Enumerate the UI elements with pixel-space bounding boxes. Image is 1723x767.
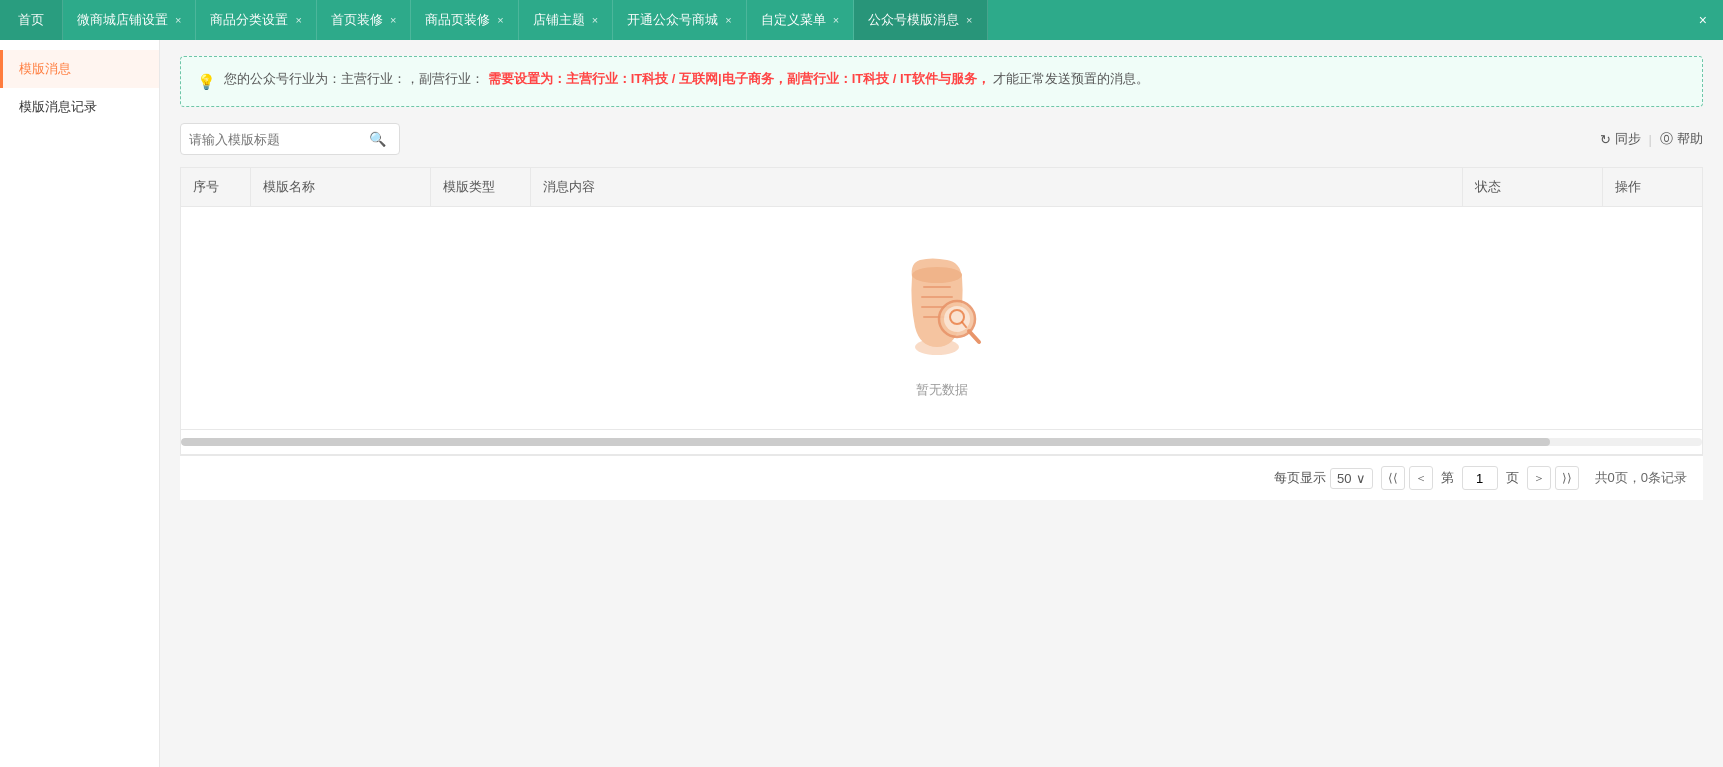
per-page-label: 每页显示 xyxy=(1274,469,1326,487)
tab-custom-menu-label: 自定义菜单 xyxy=(761,11,826,29)
help-label: 帮助 xyxy=(1677,130,1703,148)
tab-theme-close[interactable]: × xyxy=(592,14,598,26)
tab-weshop[interactable]: 微商城店铺设置 × xyxy=(63,0,196,40)
toolbar-divider: | xyxy=(1649,132,1652,147)
notice-box: 💡 您的公众号行业为：主营行业：，副营行业： 需要设置为：主营行业：IT科技 /… xyxy=(180,56,1703,107)
page-input[interactable] xyxy=(1462,466,1498,490)
sidebar-item-template-record[interactable]: 模版消息记录 xyxy=(0,88,159,126)
data-table: 序号 模版名称 模版类型 消息内容 状态 操作 xyxy=(180,167,1703,430)
empty-text: 暂无数据 xyxy=(916,381,968,399)
page-navigation: ⟨⟨ ＜ 第 页 ＞ ⟩⟩ xyxy=(1381,466,1579,490)
page-label: 第 xyxy=(1441,469,1454,487)
col-header-status: 状态 xyxy=(1463,168,1603,207)
tab-home-label: 首页 xyxy=(18,11,44,29)
search-icon[interactable]: 🔍 xyxy=(369,131,386,147)
notice-prefix: 您的公众号行业为：主营行业：，副营行业： xyxy=(224,71,484,86)
empty-row: 暂无数据 xyxy=(181,207,1703,430)
first-page-button[interactable]: ⟨⟨ xyxy=(1381,466,1405,490)
table-header-row: 序号 模版名称 模版类型 消息内容 状态 操作 xyxy=(181,168,1703,207)
tab-category[interactable]: 商品分类设置 × xyxy=(196,0,316,40)
notice-highlight: 需要设置为：主营行业：IT科技 / 互联网|电子商务，副营行业：IT科技 / I… xyxy=(488,71,990,86)
per-page-value: 50 xyxy=(1337,471,1351,486)
tab-wechat-mall-close[interactable]: × xyxy=(725,14,731,26)
empty-illustration xyxy=(882,247,1002,367)
sidebar-item-template-record-label: 模版消息记录 xyxy=(19,99,97,114)
notice-suffix: 才能正常发送预置的消息。 xyxy=(993,71,1149,86)
svg-point-1 xyxy=(912,267,962,283)
tab-template-msg-close[interactable]: × xyxy=(966,14,972,26)
horizontal-scrollbar[interactable] xyxy=(181,438,1702,446)
pagination: 每页显示 50 ∨ ⟨⟨ ＜ 第 页 ＞ ⟩⟩ 共0页，0条记录 xyxy=(180,455,1703,500)
tab-custom-menu-close[interactable]: × xyxy=(833,14,839,26)
tab-home[interactable]: 首页 xyxy=(0,0,63,40)
toolbar: 🔍 ↻ 同步 | ⓪ 帮助 xyxy=(180,123,1703,155)
tab-custom-menu[interactable]: 自定义菜单 × xyxy=(747,0,854,40)
tab-weshop-close[interactable]: × xyxy=(175,14,181,26)
next-page-button[interactable]: ＞ xyxy=(1527,466,1551,490)
tab-weshop-label: 微商城店铺设置 xyxy=(77,11,168,29)
prev-page-button[interactable]: ＜ xyxy=(1409,466,1433,490)
top-nav: 首页 微商城店铺设置 × 商品分类设置 × 首页装修 × 商品页装修 × 店铺主… xyxy=(0,0,1723,40)
search-input[interactable] xyxy=(189,132,369,147)
sidebar-item-template-msg-label: 模版消息 xyxy=(19,61,71,76)
per-page-select: 每页显示 50 ∨ xyxy=(1274,468,1372,489)
content-area: 💡 您的公众号行业为：主营行业：，副营行业： 需要设置为：主营行业：IT科技 /… xyxy=(160,40,1723,767)
empty-state: 暂无数据 xyxy=(181,207,1702,429)
toolbar-right: ↻ 同步 | ⓪ 帮助 xyxy=(1600,130,1703,148)
sync-label: 同步 xyxy=(1615,130,1641,148)
col-header-type: 模版类型 xyxy=(431,168,531,207)
tab-homepage-close[interactable]: × xyxy=(390,14,396,26)
col-header-no: 序号 xyxy=(181,168,251,207)
notice-text: 您的公众号行业为：主营行业：，副营行业： 需要设置为：主营行业：IT科技 / 互… xyxy=(224,69,1149,90)
last-page-button[interactable]: ⟩⟩ xyxy=(1555,466,1579,490)
col-header-content: 消息内容 xyxy=(531,168,1463,207)
main-layout: 模版消息 模版消息记录 💡 您的公众号行业为：主营行业：，副营行业： 需要设置为… xyxy=(0,40,1723,767)
sidebar: 模版消息 模版消息记录 xyxy=(0,40,160,767)
tab-productpage-label: 商品页装修 xyxy=(425,11,490,29)
tab-template-msg-label: 公众号模版消息 xyxy=(868,11,959,29)
svg-line-8 xyxy=(969,331,979,342)
tab-productpage-close[interactable]: × xyxy=(497,14,503,26)
bulb-icon: 💡 xyxy=(197,70,216,94)
tab-category-label: 商品分类设置 xyxy=(210,11,288,29)
search-input-wrap[interactable]: 🔍 xyxy=(180,123,400,155)
per-page-dropdown[interactable]: 50 ∨ xyxy=(1330,468,1372,489)
tab-theme[interactable]: 店铺主题 × xyxy=(519,0,613,40)
dropdown-chevron-icon: ∨ xyxy=(1356,471,1366,486)
tab-wechat-mall-label: 开通公众号商城 xyxy=(627,11,718,29)
global-close-button[interactable]: × xyxy=(1683,0,1723,40)
tab-theme-label: 店铺主题 xyxy=(533,11,585,29)
tab-homepage[interactable]: 首页装修 × xyxy=(317,0,411,40)
tab-category-close[interactable]: × xyxy=(295,14,301,26)
page-unit: 页 xyxy=(1506,469,1519,487)
sync-icon: ↻ xyxy=(1600,132,1611,147)
total-info: 共0页，0条记录 xyxy=(1595,469,1687,487)
col-header-action: 操作 xyxy=(1603,168,1703,207)
sidebar-item-template-msg[interactable]: 模版消息 xyxy=(0,50,159,88)
tab-template-msg[interactable]: 公众号模版消息 × xyxy=(854,0,987,40)
col-header-name: 模版名称 xyxy=(251,168,431,207)
scroll-thumb[interactable] xyxy=(181,438,1550,446)
global-close-icon: × xyxy=(1699,12,1707,28)
help-icon: ⓪ xyxy=(1660,130,1673,148)
tab-wechat-mall[interactable]: 开通公众号商城 × xyxy=(613,0,746,40)
tab-productpage[interactable]: 商品页装修 × xyxy=(411,0,518,40)
tab-homepage-label: 首页装修 xyxy=(331,11,383,29)
help-button[interactable]: ⓪ 帮助 xyxy=(1660,130,1703,148)
sync-button[interactable]: ↻ 同步 xyxy=(1600,130,1641,148)
